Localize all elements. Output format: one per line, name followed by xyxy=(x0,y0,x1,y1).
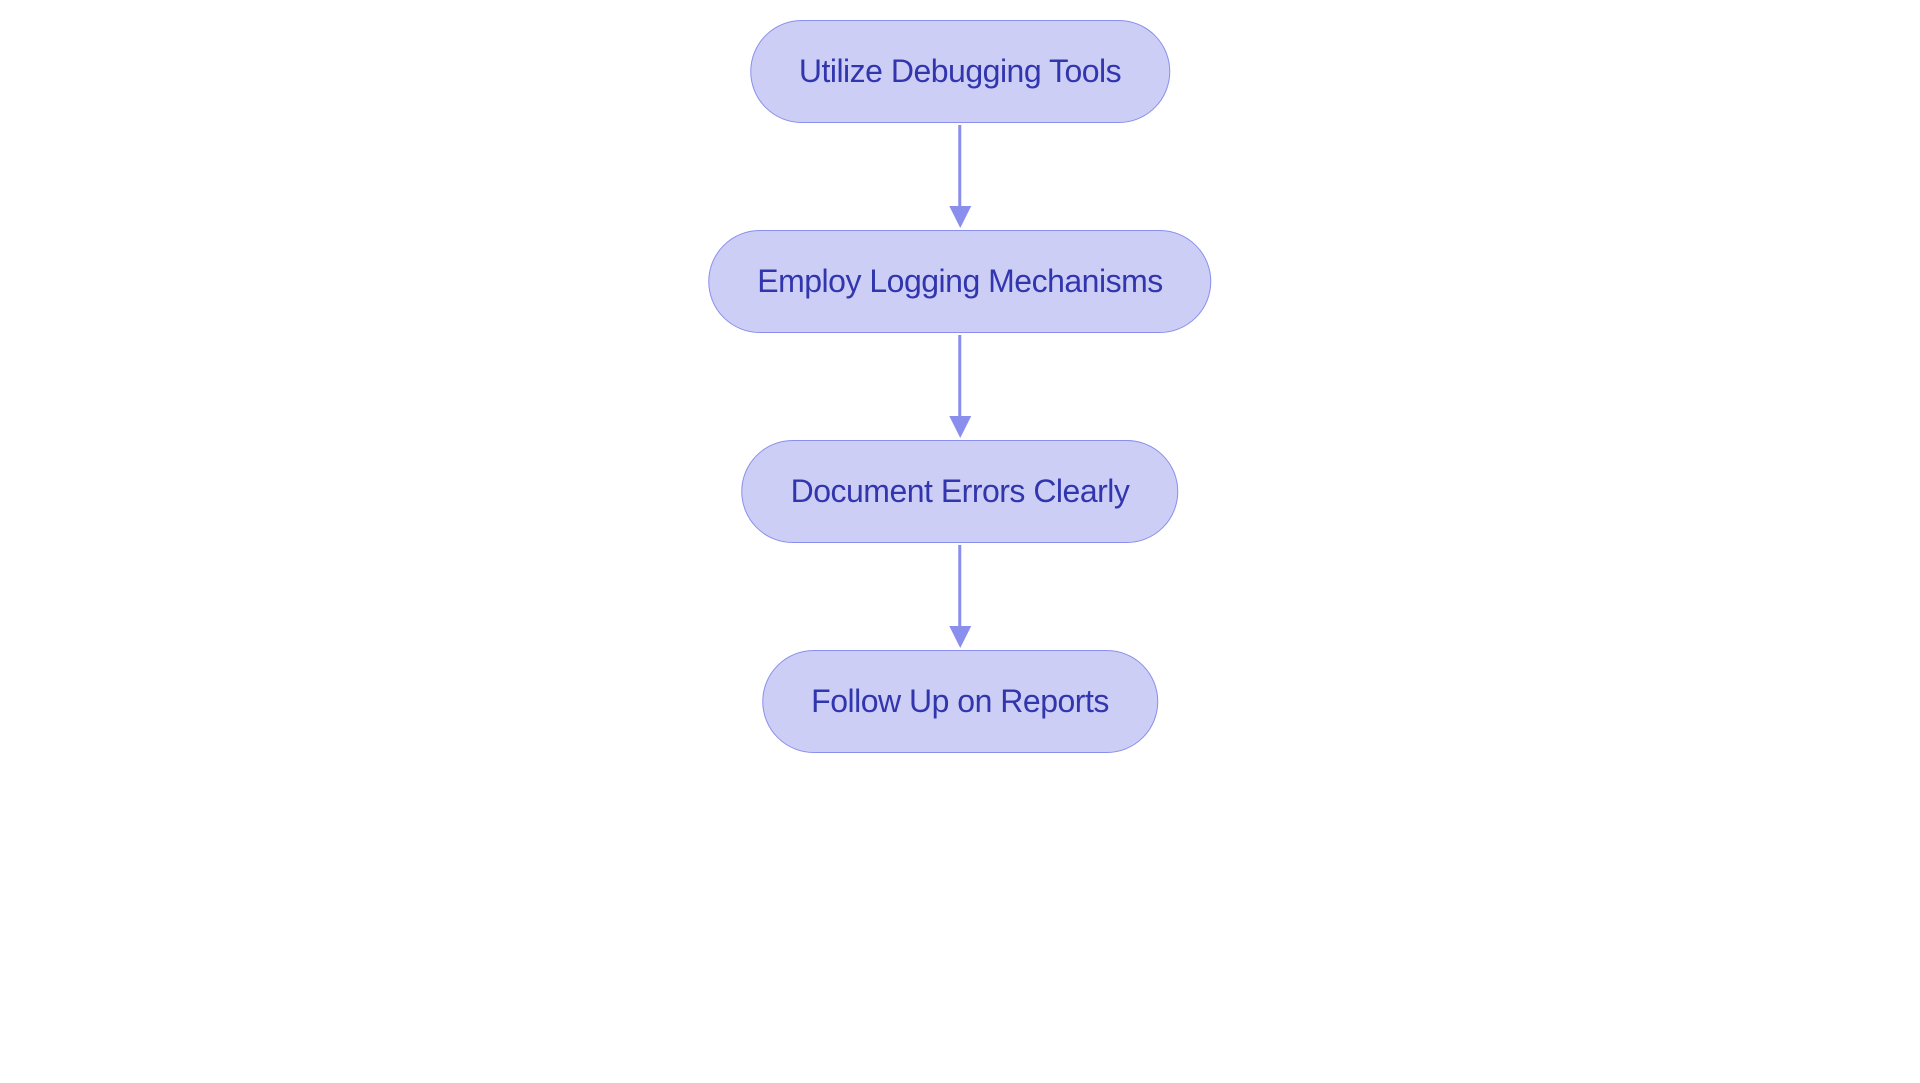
flowchart-node-2: Employ Logging Mechanisms xyxy=(708,230,1211,333)
arrow-head-icon xyxy=(949,416,971,438)
node-label: Utilize Debugging Tools xyxy=(799,53,1121,90)
flowchart-container: Utilize Debugging Tools Employ Logging M… xyxy=(708,20,1211,753)
flowchart-node-4: Follow Up on Reports xyxy=(762,650,1158,753)
node-label: Employ Logging Mechanisms xyxy=(757,263,1162,300)
arrow-2 xyxy=(949,333,971,440)
arrow-head-icon xyxy=(949,206,971,228)
arrow-3 xyxy=(949,543,971,650)
node-label: Follow Up on Reports xyxy=(811,683,1109,720)
arrow-head-icon xyxy=(949,626,971,648)
flowchart-node-3: Document Errors Clearly xyxy=(742,440,1179,543)
arrow-line-icon xyxy=(958,125,961,207)
node-label: Document Errors Clearly xyxy=(791,473,1130,510)
arrow-line-icon xyxy=(958,545,961,627)
flowchart-node-1: Utilize Debugging Tools xyxy=(750,20,1170,123)
arrow-1 xyxy=(949,123,971,230)
arrow-line-icon xyxy=(958,335,961,417)
